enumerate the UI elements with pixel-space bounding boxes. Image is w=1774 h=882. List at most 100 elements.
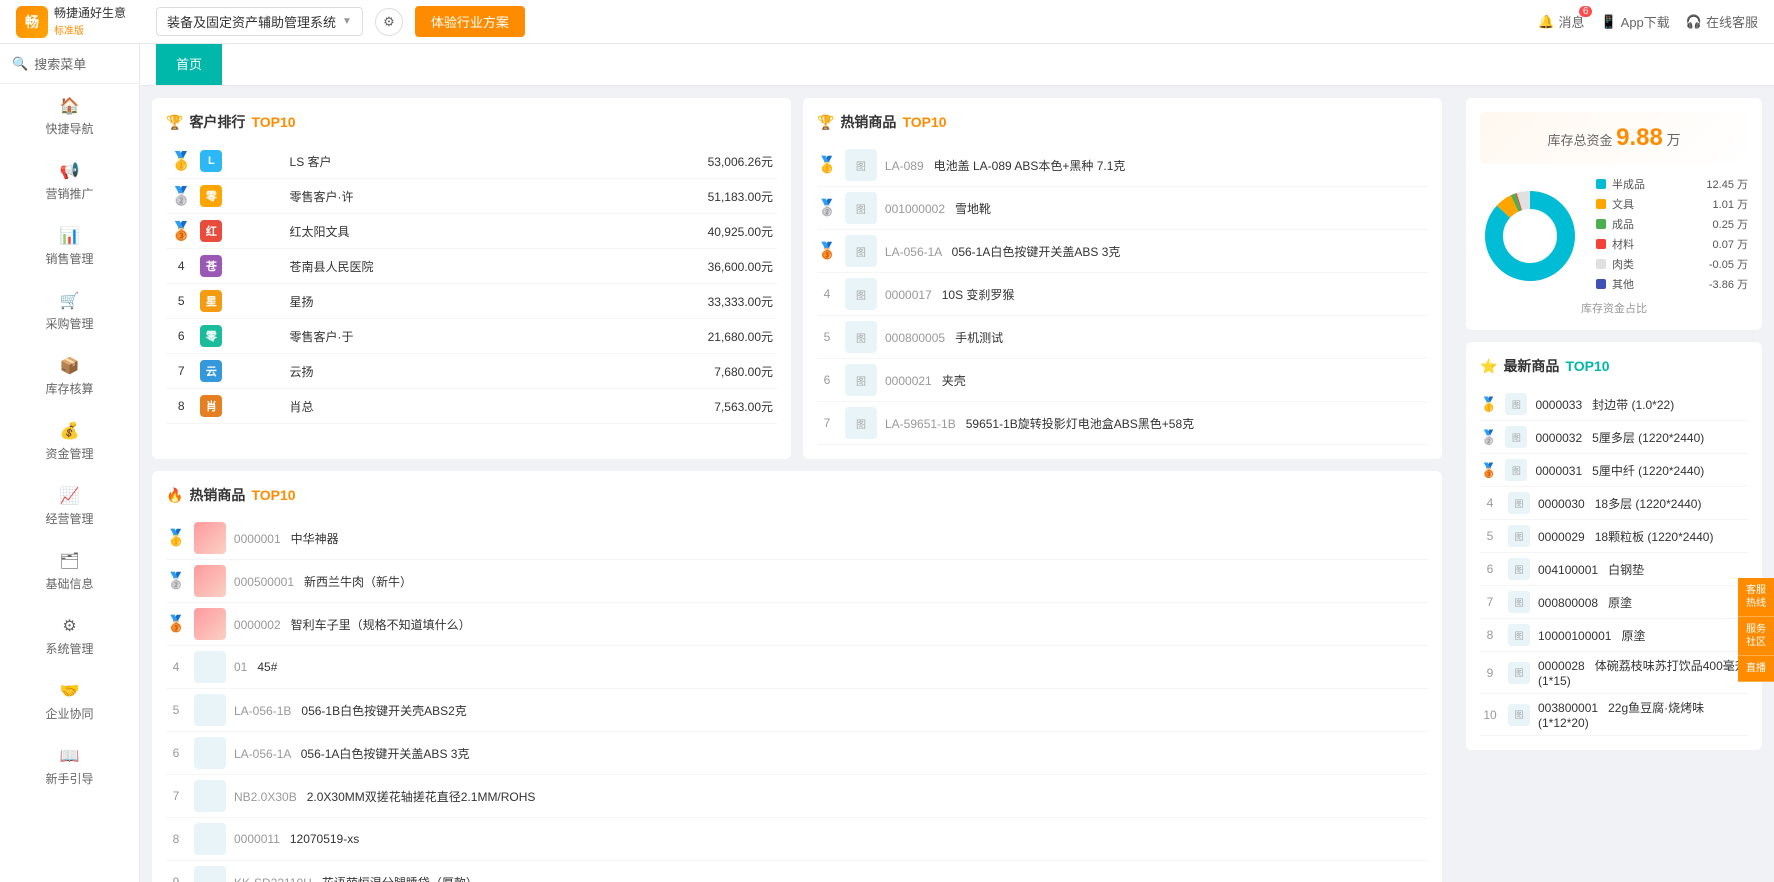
product-info: 10000100001 原塗	[1538, 627, 1748, 644]
product-code: KK-SD22110H	[234, 876, 312, 882]
product-name: 中华神器	[291, 532, 339, 546]
sidebar-search[interactable]: 🔍 搜索菜单	[0, 44, 139, 84]
product-info: 0000033 封边带 (1.0*22)	[1535, 396, 1748, 413]
customer-amount-cell: 33,333.00元	[559, 284, 777, 319]
product-thumb	[194, 866, 226, 882]
app-download-button[interactable]: 📱 App下载	[1600, 12, 1669, 31]
sidebar-item-7[interactable]: 🗂基础信息	[0, 539, 139, 604]
inventory-value: 9.88	[1616, 124, 1663, 151]
gear-icon[interactable]: ⚙	[375, 8, 403, 36]
sidebar-item-8[interactable]: ⚙ 系统管理	[0, 604, 139, 669]
product-thumb: 图	[845, 192, 877, 224]
list-item: 🥈 000500001 新西兰牛肉（新牛）	[166, 560, 1428, 603]
sidebar-icon-5: 💰	[60, 421, 80, 441]
customer-name-cell: 零售客户·许	[286, 179, 559, 214]
sidebar-icon-8: ⚙	[60, 616, 80, 636]
product-thumb	[194, 737, 226, 769]
rank-num: 6	[1480, 562, 1500, 576]
tab-home[interactable]: 首页	[156, 44, 222, 85]
sidebar-label-8: 系统管理	[45, 640, 93, 657]
customer-name-cell: 星扬	[286, 284, 559, 319]
list-item: 4 01 45#	[166, 646, 1428, 689]
top-right: 🔔 消息 6 📱 App下载 🎧 在线客服	[1538, 12, 1758, 31]
float-btn-live[interactable]: 直播	[1738, 656, 1774, 682]
table-row: 🥈 零 零售客户·许 51,183.00元	[166, 179, 777, 214]
sidebar: 🔍 搜索菜单 🏠快捷导航📢营销推广📊销售管理🛒采购管理📦库存核算💰资金管理📈经营…	[0, 44, 140, 882]
list-item: 7 图 000800008 原塗	[1480, 586, 1748, 619]
sidebar-item-9[interactable]: 🤝企业协同	[0, 669, 139, 734]
list-item: 8 0000011 12070519-xs	[166, 818, 1428, 861]
customer-name-cell: 云扬	[286, 354, 559, 389]
sidebar-item-5[interactable]: 💰资金管理	[0, 409, 139, 474]
sidebar-item-6[interactable]: 📈经营管理	[0, 474, 139, 539]
sidebar-item-2[interactable]: 📊销售管理	[0, 214, 139, 279]
dropdown-arrow-icon: ▼	[342, 16, 352, 27]
legend-item: 半成品 12.45 万	[1596, 176, 1748, 192]
float-btn-service[interactable]: 客服热线	[1738, 578, 1774, 617]
sidebar-item-3[interactable]: 🛒采购管理	[0, 279, 139, 344]
product-info: 0000021 夹壳	[885, 372, 1428, 389]
rank-num: 6	[817, 373, 837, 387]
notification-button[interactable]: 🔔 消息 6	[1538, 12, 1584, 31]
sidebar-label-9: 企业协同	[45, 705, 93, 722]
logo-tag: 标准版	[54, 22, 126, 37]
legend-item: 其他 -3.86 万	[1596, 276, 1748, 292]
product-thumb	[194, 651, 226, 683]
rank-medal: 🥈	[1480, 429, 1497, 446]
product-info: 0000017 10S 变刹罗猴	[885, 286, 1428, 303]
content-area: 🏆 客户排行 TOP10 🥇 L LS 客户 53,006.26元 🥈 零 零售…	[140, 86, 1774, 882]
left-panel: 🏆 客户排行 TOP10 🥇 L LS 客户 53,006.26元 🥈 零 零售…	[140, 86, 1454, 882]
product-info: LA-089 电池盖 LA-089 ABS本色+黑种 7.1克	[885, 157, 1428, 174]
sidebar-item-10[interactable]: 📖新手引导	[0, 734, 139, 799]
customer-amount-cell: 53,006.26元	[559, 144, 777, 179]
list-item: 🥇 0000001 中华神器	[166, 517, 1428, 560]
hot-products-title: 🔥 热销商品 TOP10	[166, 485, 1428, 505]
rank-cell: 🥈	[166, 179, 196, 214]
trial-button[interactable]: 体验行业方案	[415, 6, 525, 37]
sidebar-label-0: 快捷导航	[45, 120, 93, 137]
legend-value: 0.25 万	[1713, 216, 1748, 232]
new-products-card: ⭐ 最新商品 TOP10 🥇 图 0000033 封边带 (1.0*22) 🥈 …	[1466, 342, 1762, 750]
rank-num: 8	[1480, 628, 1500, 642]
product-name: 056-1B白色按键开关壳ABS2克	[301, 704, 466, 718]
sidebar-label-6: 经营管理	[45, 510, 93, 527]
online-service-button[interactable]: 🎧 在线客服	[1686, 12, 1758, 31]
table-row: 🥇 L LS 客户 53,006.26元	[166, 144, 777, 179]
product-code: 001000002	[885, 202, 945, 216]
sidebar-item-4[interactable]: 📦库存核算	[0, 344, 139, 409]
list-item: 4 图 0000030 18多层 (1220*2440)	[1480, 487, 1748, 520]
legend-list: 半成品 12.45 万 文具 1.01 万 成品 0.25 万 材料 0.07 …	[1596, 176, 1748, 292]
right-panel: 库存总资金 9.88 万	[1454, 86, 1774, 882]
customer-amount-cell: 36,600.00元	[559, 249, 777, 284]
float-btn-community[interactable]: 服务社区	[1738, 617, 1774, 656]
customer-badge: 星	[200, 290, 222, 312]
sidebar-item-1[interactable]: 📢营销推广	[0, 149, 139, 214]
legend-dot	[1596, 219, 1606, 229]
customer-rank-list: 🥇 L LS 客户 53,006.26元 🥈 零 零售客户·许 51,183.0…	[166, 144, 777, 424]
product-name: 056-1A白色按键开关盖ABS 3克	[952, 245, 1121, 259]
inventory-card: 库存总资金 9.88 万	[1466, 98, 1762, 330]
system-selector[interactable]: 装备及固定资产辅助管理系统 ▼	[156, 7, 363, 36]
product-code: LA-089	[885, 159, 924, 173]
product-code: 000800005	[885, 331, 945, 345]
product-code: 0000032	[1535, 431, 1582, 445]
product-name: 45#	[257, 660, 277, 674]
product-name: 18颗粒板 (1220*2440)	[1595, 530, 1714, 544]
customer-badge: 红	[200, 220, 222, 242]
app-label: App下载	[1621, 12, 1670, 31]
product-info: KK-SD22110H 花语萌恒温分腿睡袋（厚款）	[234, 874, 1428, 882]
product-info: 003800001 22g鱼豆腐·烧烤味 (1*12*20)	[1538, 699, 1748, 730]
product-thumb: 图	[845, 321, 877, 353]
badge-cell: 云	[196, 354, 285, 389]
sidebar-item-0[interactable]: 🏠快捷导航	[0, 84, 139, 149]
rank-medal: 🥇	[1480, 396, 1497, 413]
product-thumb: 图	[845, 149, 877, 181]
product-code: 0000029	[1538, 530, 1585, 544]
product-info: 000500001 新西兰牛肉（新牛）	[234, 573, 1428, 590]
customer-badge: L	[200, 150, 222, 172]
product-thumb	[194, 522, 226, 554]
product-info: 0000028 体碗荔枝味苏打饮品400毫升 (1*15)	[1538, 657, 1748, 688]
badge-cell: 零	[196, 179, 285, 214]
legend-label: 材料	[1612, 236, 1707, 252]
product-info: 0000032 5厘多层 (1220*2440)	[1535, 429, 1748, 446]
